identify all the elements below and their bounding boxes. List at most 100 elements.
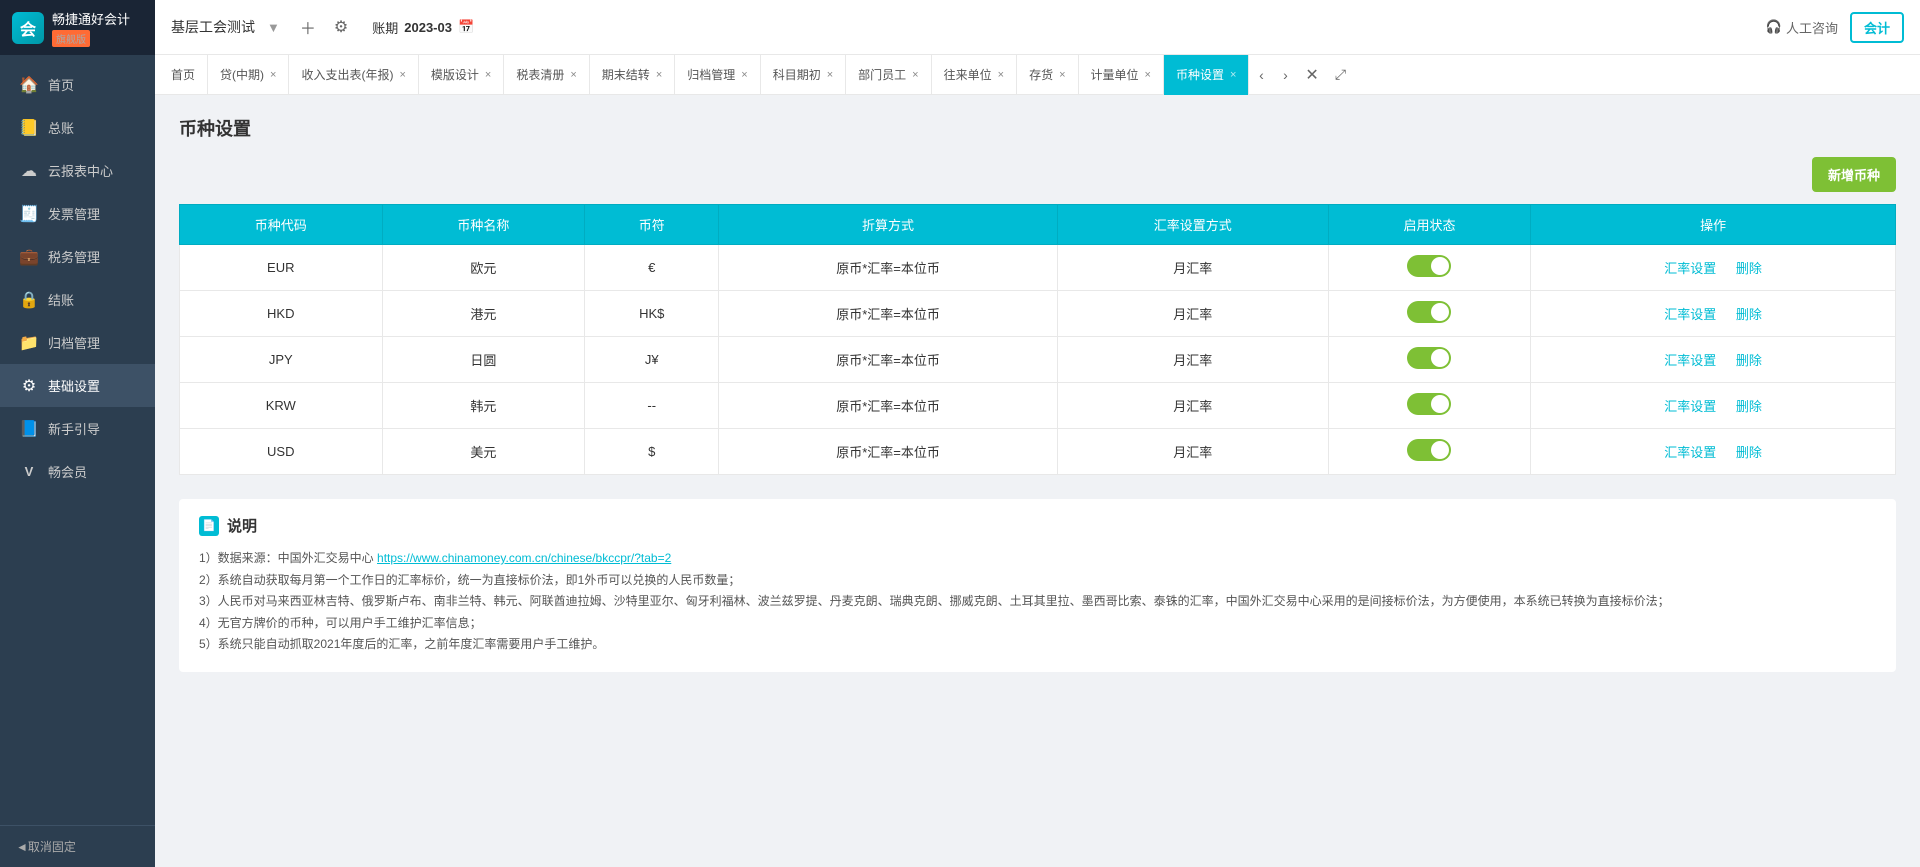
sidebar-item-home[interactable]: 🏠 首页	[0, 63, 155, 106]
cell-code-4: USD	[180, 429, 383, 475]
tab-balance-close[interactable]: ×	[270, 69, 276, 81]
tab-tax-label: 税表清册	[516, 66, 564, 83]
cell-code-3: KRW	[180, 383, 383, 429]
add-tab-button[interactable]: ＋	[296, 11, 320, 43]
tab-dept-close[interactable]: ×	[912, 69, 918, 81]
sidebar-item-tax[interactable]: 💼 税务管理	[0, 235, 155, 278]
action-delete-0[interactable]: 删除	[1736, 261, 1762, 276]
toggle-enabled-1[interactable]	[1407, 301, 1451, 323]
toggle-enabled-3[interactable]	[1407, 393, 1451, 415]
tab-customer[interactable]: 往来单位 ×	[932, 55, 1017, 95]
tab-tax[interactable]: 税表清册 ×	[504, 55, 589, 95]
action-rate-2[interactable]: 汇率设置	[1664, 353, 1716, 368]
sidebar-item-settings[interactable]: ⚙ 基础设置	[0, 364, 155, 407]
tab-income-label: 收入支出表(年报)	[301, 66, 393, 83]
logo-icon: 会	[12, 12, 44, 44]
calendar-icon[interactable]: 📅	[458, 19, 474, 35]
tab-archive[interactable]: 归档管理 ×	[675, 55, 760, 95]
toggle-enabled-0[interactable]	[1407, 255, 1451, 277]
tab-account-init-close[interactable]: ×	[827, 69, 833, 81]
tab-balance-label: 贷(中期)	[220, 66, 264, 83]
cell-action-0: 汇率设置 删除	[1531, 245, 1896, 291]
toggle-enabled-2[interactable]	[1407, 347, 1451, 369]
period-label: 账期	[372, 18, 398, 37]
help-button[interactable]: 🎧 人工咨询	[1766, 18, 1838, 37]
cell-status-3	[1328, 383, 1531, 429]
main-area: 基层工会测试 ▼ ＋ ⚙ 账期 2023-03 📅 🎧 人工咨询 会计 首页 贷…	[155, 0, 1920, 867]
tab-dept[interactable]: 部门员工 ×	[846, 55, 931, 95]
action-delete-4[interactable]: 删除	[1736, 445, 1762, 460]
settings-gear-icon[interactable]: ⚙	[330, 13, 352, 41]
tabs-next-button[interactable]: ›	[1273, 55, 1297, 95]
cell-code-0: EUR	[180, 245, 383, 291]
guide-icon: 📘	[20, 420, 38, 438]
tab-currency-close[interactable]: ×	[1230, 69, 1236, 81]
company-dropdown-icon[interactable]: ▼	[267, 20, 280, 35]
cell-name-3: 韩元	[382, 383, 585, 429]
tab-balance[interactable]: 贷(中期) ×	[208, 55, 289, 95]
tab-income-close[interactable]: ×	[399, 69, 405, 81]
tab-period-end[interactable]: 期末结转 ×	[590, 55, 675, 95]
tab-customer-close[interactable]: ×	[998, 69, 1004, 81]
action-rate-3[interactable]: 汇率设置	[1664, 399, 1716, 414]
sidebar-item-member[interactable]: V 畅会员	[0, 450, 155, 493]
tab-unit[interactable]: 计量单位 ×	[1079, 55, 1164, 95]
table-row: KRW 韩元 -- 原币*汇率=本位币 月汇率 汇率设置 删除	[180, 383, 1896, 429]
col-name: 币种名称	[382, 205, 585, 245]
sidebar-label-ledger: 总账	[48, 118, 74, 137]
help-label: 人工咨询	[1786, 18, 1838, 37]
tab-income[interactable]: 收入支出表(年报) ×	[289, 55, 418, 95]
header: 基层工会测试 ▼ ＋ ⚙ 账期 2023-03 📅 🎧 人工咨询 会计	[155, 0, 1920, 55]
cell-symbol-4: $	[585, 429, 719, 475]
cell-code-1: HKD	[180, 291, 383, 337]
tab-currency[interactable]: 币种设置 ×	[1164, 55, 1249, 95]
sidebar-item-closing[interactable]: 🔒 结账	[0, 278, 155, 321]
sidebar-item-invoice[interactable]: 🧾 发票管理	[0, 192, 155, 235]
action-rate-0[interactable]: 汇率设置	[1664, 261, 1716, 276]
table-row: JPY 日圆 J¥ 原币*汇率=本位币 月汇率 汇率设置 删除	[180, 337, 1896, 383]
user-role-button[interactable]: 会计	[1850, 12, 1904, 43]
toggle-enabled-4[interactable]	[1407, 439, 1451, 461]
tab-archive-close[interactable]: ×	[741, 69, 747, 81]
tab-template[interactable]: 模版设计 ×	[419, 55, 504, 95]
header-right: 🎧 人工咨询 会计	[1766, 12, 1904, 43]
logo-sub: 旗舰版	[52, 30, 90, 47]
action-rate-1[interactable]: 汇率设置	[1664, 307, 1716, 322]
tab-unit-close[interactable]: ×	[1145, 69, 1151, 81]
tab-account-init[interactable]: 科目期初 ×	[761, 55, 846, 95]
cell-calc-4: 原币*汇率=本位币	[719, 429, 1057, 475]
notes-link[interactable]: https://www.chinamoney.com.cn/chinese/bk…	[377, 551, 671, 565]
sidebar-item-reports[interactable]: ☁ 云报表中心	[0, 149, 155, 192]
action-delete-1[interactable]: 删除	[1736, 307, 1762, 322]
tab-inventory-label: 存货	[1029, 66, 1053, 83]
new-currency-button[interactable]: 新增币种	[1812, 157, 1896, 192]
sidebar-item-guide[interactable]: 📘 新手引导	[0, 407, 155, 450]
close-all-tabs-button[interactable]: ✕	[1297, 55, 1326, 95]
sidebar-label-member: 畅会员	[48, 462, 87, 481]
tab-template-close[interactable]: ×	[485, 69, 491, 81]
tab-tax-close[interactable]: ×	[570, 69, 576, 81]
action-delete-3[interactable]: 删除	[1736, 399, 1762, 414]
table-row: USD 美元 $ 原币*汇率=本位币 月汇率 汇率设置 删除	[180, 429, 1896, 475]
sidebar-footer-toggle[interactable]: ◄取消固定	[0, 825, 155, 867]
home-icon: 🏠	[20, 76, 38, 94]
cell-symbol-1: HK$	[585, 291, 719, 337]
tab-home[interactable]: 首页	[159, 55, 208, 95]
tab-period-end-label: 期末结转	[602, 66, 650, 83]
page-title: 币种设置	[179, 115, 1896, 141]
action-rate-4[interactable]: 汇率设置	[1664, 445, 1716, 460]
sidebar-item-archive[interactable]: 📁 归档管理	[0, 321, 155, 364]
sidebar-label-closing: 结账	[48, 290, 74, 309]
tab-period-end-close[interactable]: ×	[656, 69, 662, 81]
sidebar-item-ledger[interactable]: 📒 总账	[0, 106, 155, 149]
accounting-period: 账期 2023-03 📅	[372, 18, 474, 37]
notes-list: 1）数据来源：中国外汇交易中心 https://www.chinamoney.c…	[199, 548, 1876, 656]
tab-inventory-close[interactable]: ×	[1059, 69, 1065, 81]
cell-name-4: 美元	[382, 429, 585, 475]
cell-status-2	[1328, 337, 1531, 383]
tabs-prev-button[interactable]: ‹	[1249, 55, 1273, 95]
expand-tabs-button[interactable]: ⤢	[1327, 55, 1354, 95]
action-delete-2[interactable]: 删除	[1736, 353, 1762, 368]
cell-action-3: 汇率设置 删除	[1531, 383, 1896, 429]
tab-inventory[interactable]: 存货 ×	[1017, 55, 1078, 95]
